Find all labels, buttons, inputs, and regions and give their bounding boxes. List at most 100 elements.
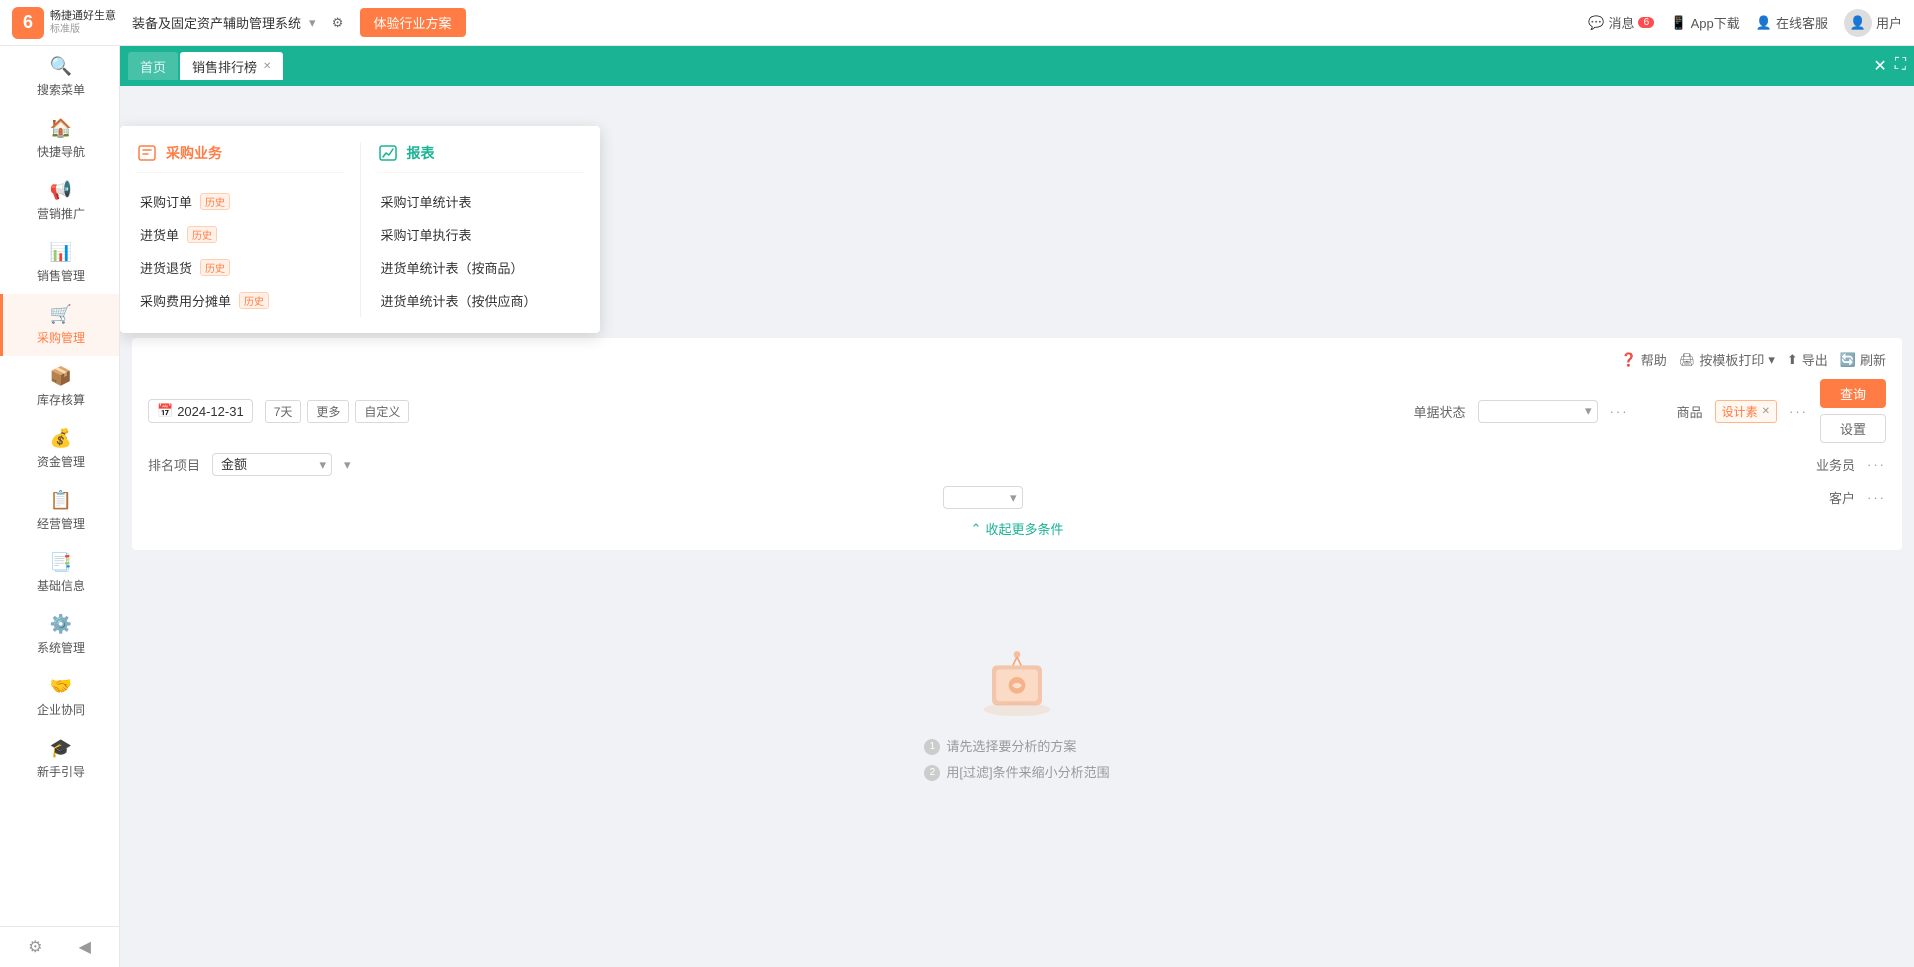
tab-sales-rank-label: 销售排行榜 [192, 57, 257, 76]
sort-select-wrapper [943, 486, 1023, 509]
history-badge-0: 历史 [200, 193, 230, 210]
marketing-icon: 📢 [50, 180, 72, 201]
tab-sales-rank[interactable]: 销售排行榜 ✕ [180, 52, 283, 80]
menu-item-return[interactable]: 进货退货 历史 [136, 251, 344, 284]
refresh-button[interactable]: 🔄 刷新 [1840, 350, 1886, 369]
date-end: 2024-12-31 [177, 404, 244, 419]
app-download-label: App下载 [1691, 13, 1740, 32]
message-action[interactable]: 💬 消息 6 [1588, 13, 1654, 32]
doc-status-label: 单据状态 [1414, 402, 1466, 421]
inventory-icon: 📦 [50, 366, 72, 387]
sidebar-label-finance: 资金管理 [37, 453, 85, 470]
history-badge-2: 历史 [200, 259, 230, 276]
empty-illustration [967, 642, 1067, 722]
phone-icon: 📱 [1670, 15, 1686, 31]
sidebar-item-guide[interactable]: 🎓 新手引导 [0, 728, 119, 790]
help-button[interactable]: ❓ 帮助 [1621, 350, 1667, 369]
goods-dots[interactable]: ··· [1789, 404, 1808, 419]
empty-state: 1 请先选择要分析的方案 2 用[过滤]条件来缩小分析范围 [132, 562, 1902, 866]
customer-dots[interactable]: ··· [1867, 490, 1886, 505]
doc-status-dots[interactable]: ··· [1610, 404, 1629, 419]
system-title-dropdown-icon[interactable]: ▾ [309, 15, 316, 31]
quick-date-7days[interactable]: 7天 [265, 400, 302, 423]
finance-icon: 💰 [50, 428, 72, 449]
sidebar-item-inventory[interactable]: 📦 库存核算 [0, 356, 119, 418]
menu-item-receipt[interactable]: 进货单 历史 [136, 218, 344, 251]
salesman-dots[interactable]: ··· [1867, 457, 1886, 472]
salesman-label: 业务员 [1816, 455, 1855, 474]
tip-text-1: 请先选择要分析的方案 [946, 734, 1076, 760]
refresh-icon: 🔄 [1840, 352, 1856, 368]
sidebar-label-collab: 企业协同 [37, 701, 85, 718]
date-range-picker[interactable]: 📅 2024-12-31 [148, 399, 253, 423]
trial-button[interactable]: 体验行业方案 [360, 8, 466, 37]
tab-bar-expand-icon[interactable]: ⛶ [1895, 56, 1906, 76]
rank-select[interactable]: 金额 [212, 453, 332, 476]
print-button[interactable]: 🖨 按模板打印 ▾ [1679, 350, 1775, 369]
set-button[interactable]: 设置 [1820, 414, 1886, 443]
sidebar-item-marketing[interactable]: 📢 营销推广 [0, 170, 119, 232]
operations-icon: 📋 [50, 490, 72, 511]
tab-close-icon[interactable]: ✕ [263, 61, 271, 72]
menu-item-return-label: 进货退货 [140, 258, 192, 277]
filter-top-actions: ❓ 帮助 🖨 按模板打印 ▾ ⬆ 导出 🔄 刷新 [148, 350, 1886, 369]
menu-item-order-exec[interactable]: 采购订单执行表 [377, 218, 585, 251]
online-service-action[interactable]: 👤 在线客服 [1756, 13, 1828, 32]
logo-title: 畅捷通好生意 [50, 9, 116, 23]
goods-tag-close-icon[interactable]: ✕ [1762, 406, 1770, 417]
collapse-chevron-icon: ⌃ [971, 521, 982, 537]
sidebar-item-purchase[interactable]: 🛒 采购管理 [0, 294, 119, 356]
user-action[interactable]: 👤 用户 [1844, 9, 1902, 37]
quick-date-custom[interactable]: 自定义 [355, 400, 409, 423]
empty-tips: 1 请先选择要分析的方案 2 用[过滤]条件来缩小分析范围 [924, 734, 1109, 786]
doc-status-select[interactable] [1478, 400, 1598, 423]
tab-bar-close-icon[interactable]: ✕ [1873, 56, 1886, 76]
filter-panel: ❓ 帮助 🖨 按模板打印 ▾ ⬆ 导出 🔄 刷新 [132, 338, 1902, 550]
menu-item-purchase-order[interactable]: 采购订单 历史 [136, 185, 344, 218]
app-download-action[interactable]: 📱 App下载 [1670, 13, 1739, 32]
goods-tag: 设计素 ✕ [1715, 400, 1777, 423]
goods-tag-label: 设计素 [1722, 403, 1758, 420]
sidebar-label-system: 系统管理 [37, 639, 85, 656]
menu-item-expense[interactable]: 采购费用分摊单 历史 [136, 284, 344, 317]
sidebar-item-operations[interactable]: 📋 经营管理 [0, 480, 119, 542]
sidebar-item-basic[interactable]: 📑 基础信息 [0, 542, 119, 604]
sidebar-label-guide: 新手引导 [37, 763, 85, 780]
menu-item-receipt-stat-goods[interactable]: 进货单统计表（按商品） [377, 251, 585, 284]
export-button[interactable]: ⬆ 导出 [1787, 350, 1828, 369]
sidebar-item-search[interactable]: 🔍 搜索菜单 [0, 46, 119, 108]
history-badge-3: 历史 [239, 292, 269, 309]
print-icon: 🖨 [1679, 352, 1696, 368]
menu-purchase-header: 采购业务 [136, 142, 344, 173]
quick-date-more[interactable]: 更多 [307, 400, 349, 423]
main-layout: 🔍 搜索菜单 🏠 快捷导航 📢 营销推广 📊 销售管理 🛒 采购管理 📦 库存核… [0, 46, 1914, 967]
rank-label: 排名项目 [148, 455, 200, 474]
guide-icon: 🎓 [50, 738, 72, 759]
sidebar-label-sales: 销售管理 [37, 267, 85, 284]
print-label: 按模板打印 [1699, 350, 1764, 369]
settings-icon[interactable]: ⚙ [324, 9, 352, 37]
sort-select[interactable] [943, 486, 1023, 509]
sidebar-settings-icon[interactable]: ⚙ [28, 937, 42, 957]
tip-row-1: 1 请先选择要分析的方案 [924, 734, 1109, 760]
sidebar-item-nav[interactable]: 🏠 快捷导航 [0, 108, 119, 170]
tip-num-1: 1 [924, 739, 940, 755]
sidebar-item-finance[interactable]: 💰 资金管理 [0, 418, 119, 480]
sidebar: 🔍 搜索菜单 🏠 快捷导航 📢 营销推广 📊 销售管理 🛒 采购管理 📦 库存核… [0, 46, 120, 967]
tip-row-2: 2 用[过滤]条件来缩小分析范围 [924, 760, 1109, 786]
sidebar-item-system[interactable]: ⚙️ 系统管理 [0, 604, 119, 666]
tab-home[interactable]: 首页 [128, 52, 178, 80]
header-right: 💬 消息 6 📱 App下载 👤 在线客服 👤 用户 [1588, 9, 1902, 37]
sidebar-item-sales[interactable]: 📊 销售管理 [0, 232, 119, 294]
message-badge: 6 [1638, 17, 1654, 28]
collapse-button[interactable]: ⌃ 收起更多条件 [971, 519, 1064, 538]
menu-item-receipt-stat-supplier[interactable]: 进货单统计表（按供应商） [377, 284, 585, 317]
query-button[interactable]: 查询 [1820, 379, 1886, 408]
menu-item-order-stat[interactable]: 采购订单统计表 [377, 185, 585, 218]
user-label: 用户 [1876, 13, 1902, 32]
sidebar-label-search: 搜索菜单 [37, 81, 85, 98]
sidebar-item-collab[interactable]: 🤝 企业协同 [0, 666, 119, 728]
purchase-icon: 🛒 [50, 304, 72, 325]
system-icon: ⚙️ [50, 614, 72, 635]
sidebar-collapse-icon[interactable]: ◀ [79, 937, 91, 957]
